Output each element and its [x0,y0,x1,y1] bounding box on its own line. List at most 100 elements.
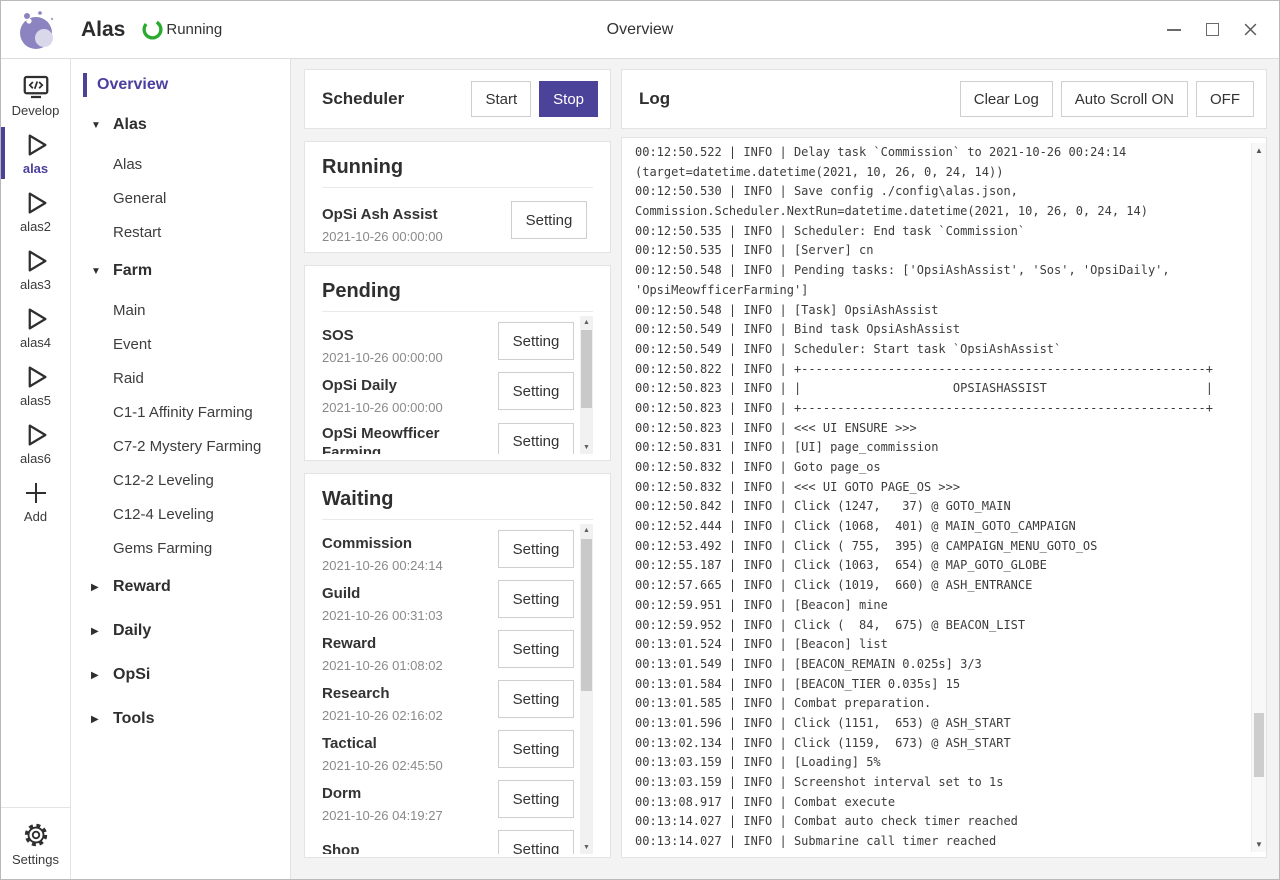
log-header-card: Log Clear Log Auto Scroll ON OFF [621,69,1267,129]
active-indicator [83,73,87,97]
menu-group-alas[interactable]: ▼Alas [71,103,290,147]
menu-group-farm[interactable]: ▼Farm [71,249,290,293]
menu-item-restart[interactable]: Restart [71,215,290,249]
task-name: Research [322,684,482,703]
rail-item-alas[interactable]: alas [1,124,70,182]
running-spinner-icon [141,18,164,41]
active-indicator [1,417,5,469]
chevron-right-icon: ▶ [91,714,103,725]
play-icon [21,304,51,334]
menu-item-main[interactable]: Main [71,293,290,327]
maximize-button[interactable] [1197,15,1227,45]
task-info: Tactical2021-10-26 02:45:50 [322,726,498,773]
close-icon [1243,22,1258,37]
task-next-run-time: 2021-10-26 00:24:14 [322,558,498,573]
menu-item-c12-4-leveling[interactable]: C12-4 Leveling [71,497,290,531]
task-setting-button[interactable]: Setting [498,580,574,618]
play-icon [21,246,51,276]
menu-group-label: Tools [113,710,154,728]
menu-group-opsi[interactable]: ▶OpSi [71,653,290,697]
log-line: 00:12:50.548 | INFO | Pending tasks: ['O… [635,261,1251,281]
task-setting-button[interactable]: Setting [498,630,574,668]
scroll-down-icon[interactable]: ▼ [580,441,593,454]
scrollbar-thumb[interactable] [581,330,592,408]
scheduler-buttons: Start Stop [471,81,598,117]
rail-item-alas6[interactable]: alas6 [1,414,70,472]
menu-group-tools[interactable]: ▶ Tools [71,697,290,741]
auto-scroll-off-button[interactable]: OFF [1196,81,1254,117]
log-scrollbar[interactable]: ▲ ▼ [1251,143,1266,852]
menu-item-c1-1-affinity-farming[interactable]: C1-1 Affinity Farming [71,395,290,429]
alas-logo-icon [15,8,59,52]
menu-item-general[interactable]: General [71,181,290,215]
task-row-sos: SOS2021-10-26 00:00:00Setting [322,316,580,366]
task-setting-button[interactable]: Setting [498,322,574,360]
active-indicator [1,359,5,411]
clear-log-button[interactable]: Clear Log [960,81,1053,117]
menu-group-daily[interactable]: ▶Daily [71,609,290,653]
task-setting-button[interactable]: Setting [498,530,574,568]
task-row-opsi-daily: OpSi Daily2021-10-26 00:00:00Setting [322,366,580,416]
play-icon [21,362,51,392]
log-line: 00:12:50.823 | INFO | +-----------------… [635,399,1251,419]
scroll-up-icon[interactable]: ▲ [580,524,593,537]
maximize-icon [1206,23,1219,36]
menu-group-reward[interactable]: ▶Reward [71,565,290,609]
rail-item-alas4[interactable]: alas4 [1,298,70,356]
rail-item-alas5[interactable]: alas5 [1,356,70,414]
scrollbar-thumb[interactable] [1254,713,1264,777]
menu-item-gems-farming[interactable]: Gems Farming [71,531,290,565]
menu-item-c12-2-leveling[interactable]: C12-2 Leveling [71,463,290,497]
menu-item-raid[interactable]: Raid [71,361,290,395]
menu-item-event[interactable]: Event [71,327,290,361]
menu: Overview ▼AlasAlasGeneralRestart▼FarmMai… [71,59,291,879]
task-info: Reward2021-10-26 01:08:02 [322,626,498,673]
active-indicator [1,127,5,179]
scroll-down-icon[interactable]: ▼ [580,841,593,854]
rail-item-add[interactable]: Add [1,472,70,530]
rail-item-label: Add [24,509,47,524]
menu-item-c7-2-mystery-farming[interactable]: C7-2 Mystery Farming [71,429,290,463]
scrollbar-thumb[interactable] [581,539,592,691]
minimize-button[interactable] [1159,15,1189,45]
task-setting-button[interactable]: Setting [498,372,574,410]
pending-scrollbar[interactable]: ▲ ▼ [580,316,593,454]
task-row-opsi-meowfficer-farming: OpSi Meowfficer Farming Setting [322,416,580,454]
task-setting-button[interactable]: Setting [498,830,574,854]
task-setting-button[interactable]: Setting [498,423,574,455]
auto-scroll-on-button[interactable]: Auto Scroll ON [1061,81,1188,117]
task-setting-button[interactable]: Setting [498,780,574,818]
rail-item-alas2[interactable]: alas2 [1,182,70,240]
settings-button[interactable]: Settings [1,807,70,879]
start-button[interactable]: Start [471,81,531,117]
task-info: Guild2021-10-26 00:31:03 [322,576,498,623]
task-setting-button[interactable]: Setting [511,201,587,239]
stop-button[interactable]: Stop [539,81,598,117]
rail-item-label: alas5 [20,393,51,408]
log-line: 00:12:59.952 | INFO | Click ( 84, 675) @… [635,616,1251,636]
scheduler-card: Scheduler Start Stop [304,69,611,129]
task-row-shop: ShopSetting [322,824,580,854]
task-name: SOS [322,326,482,345]
task-next-run-time: 2021-10-26 02:45:50 [322,758,498,773]
chevron-right-icon: ▶ [91,670,103,681]
close-button[interactable] [1235,15,1265,45]
code-monitor-icon [21,72,51,102]
log-line: 00:13:14.027 | INFO | Submarine call tim… [635,832,1251,852]
task-name: OpSi Meowfficer Farming [322,424,482,454]
menu-item-overview[interactable]: Overview [71,67,290,103]
log-line: 00:12:50.535 | INFO | Scheduler: End tas… [635,222,1251,242]
log-line: 00:12:57.665 | INFO | Click (1019, 660) … [635,576,1251,596]
log-line: (target=datetime.datetime(2021, 10, 26, … [635,163,1251,183]
scroll-up-icon[interactable]: ▲ [1252,143,1266,158]
log-line: 00:12:50.831 | INFO | [UI] page_commissi… [635,438,1251,458]
rail-item-develop[interactable]: Develop [1,66,70,124]
menu-item-alas[interactable]: Alas [71,147,290,181]
rail-item-alas3[interactable]: alas3 [1,240,70,298]
task-setting-button[interactable]: Setting [498,730,574,768]
waiting-scrollbar[interactable]: ▲ ▼ [580,524,593,854]
scroll-up-icon[interactable]: ▲ [580,316,593,329]
log-line: 00:12:52.444 | INFO | Click (1068, 401) … [635,517,1251,537]
scroll-down-icon[interactable]: ▼ [1252,837,1266,852]
task-setting-button[interactable]: Setting [498,680,574,718]
